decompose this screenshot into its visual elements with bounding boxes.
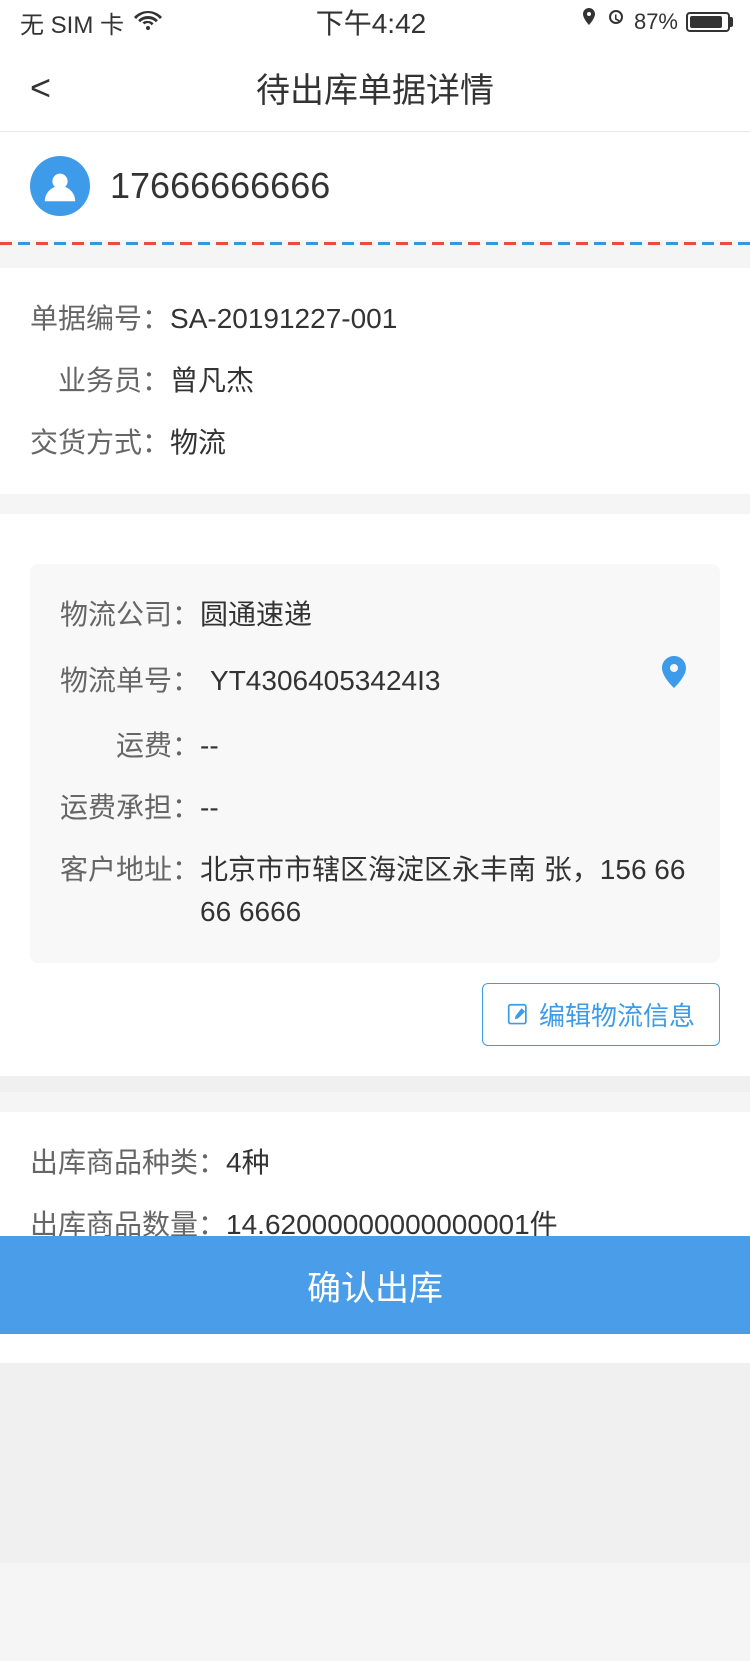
battery-text: 87% xyxy=(634,9,678,35)
section-divider xyxy=(0,1076,750,1092)
customer-header: 17666666666 xyxy=(0,132,750,240)
customer-phone: 17666666666 xyxy=(110,165,330,207)
status-right: 87% xyxy=(580,8,730,36)
empty-area xyxy=(0,1363,750,1563)
tracking-no-value: YT43064053424I3 xyxy=(210,660,648,702)
freight-bearer-row: 运费承担： -- xyxy=(60,787,690,829)
goods-type-label: 出库商品种类： xyxy=(30,1142,226,1184)
time-text: 下午4:42 xyxy=(316,2,427,42)
alarm-icon xyxy=(606,8,626,36)
tracking-no-row: 物流单号： YT43064053424I3 xyxy=(60,656,690,705)
battery-icon xyxy=(686,12,730,32)
edit-logistics-button[interactable]: 编辑物流信息 xyxy=(482,983,720,1046)
confirm-button[interactable]: 确认出库 xyxy=(0,1236,750,1334)
freight-value: -- xyxy=(200,725,690,767)
back-button[interactable]: < xyxy=(20,57,61,119)
salesperson-value: 曾凡杰 xyxy=(170,360,720,402)
logistics-company-label: 物流公司： xyxy=(60,594,200,636)
logistics-company-row: 物流公司： 圆通速递 xyxy=(60,594,690,636)
salesperson-row: 业务员： 曾凡杰 xyxy=(30,360,720,402)
logistics-section: 物流公司： 圆通速递 物流单号： YT43064053424I3 运费： -- … xyxy=(0,514,750,1076)
status-bar: 无 SIM 卡 下午4:42 87% xyxy=(0,0,750,44)
edit-logistics-button-container: 编辑物流信息 xyxy=(30,983,720,1046)
status-left: 无 SIM 卡 xyxy=(20,5,162,40)
avatar xyxy=(30,156,90,216)
delivery-value: 物流 xyxy=(170,422,720,464)
user-avatar-icon xyxy=(41,167,79,205)
order-no-row: 单据编号： SA-20191227-001 xyxy=(30,298,720,340)
nav-bar: < 待出库单据详情 xyxy=(0,44,750,132)
location-status-icon xyxy=(580,8,598,36)
freight-row: 运费： -- xyxy=(60,725,690,767)
goods-type-row: 出库商品种类： 4种 xyxy=(30,1142,720,1184)
freight-bearer-label: 运费承担： xyxy=(60,787,200,829)
address-label: 客户地址： xyxy=(60,849,200,891)
freight-label: 运费： xyxy=(60,725,200,767)
dashed-divider xyxy=(0,240,750,248)
order-no-value: SA-20191227-001 xyxy=(170,298,720,340)
logistics-company-value: 圆通速递 xyxy=(200,594,690,636)
address-value: 北京市市辖区海淀区永丰南 张，156 6666 6666 xyxy=(200,849,690,933)
tracking-no-label: 物流单号： xyxy=(60,660,200,702)
wifi-icon xyxy=(134,8,162,36)
basic-info-section: 单据编号： SA-20191227-001 业务员： 曾凡杰 交货方式： 物流 xyxy=(0,268,750,494)
logistics-card: 物流公司： 圆通速递 物流单号： YT43064053424I3 运费： -- … xyxy=(30,564,720,963)
address-row: 客户地址： 北京市市辖区海淀区永丰南 张，156 6666 6666 xyxy=(60,849,690,933)
carrier-text: 无 SIM 卡 xyxy=(20,5,124,40)
order-no-label: 单据编号： xyxy=(30,298,170,340)
goods-type-value: 4种 xyxy=(226,1142,720,1184)
edit-icon xyxy=(507,1003,531,1027)
salesperson-label: 业务员： xyxy=(30,360,170,402)
delivery-label: 交货方式： xyxy=(30,422,170,464)
page-title: 待出库单据详情 xyxy=(256,63,494,112)
freight-bearer-value: -- xyxy=(200,787,690,829)
tracking-location-icon[interactable] xyxy=(658,656,690,705)
delivery-row: 交货方式： 物流 xyxy=(30,422,720,464)
